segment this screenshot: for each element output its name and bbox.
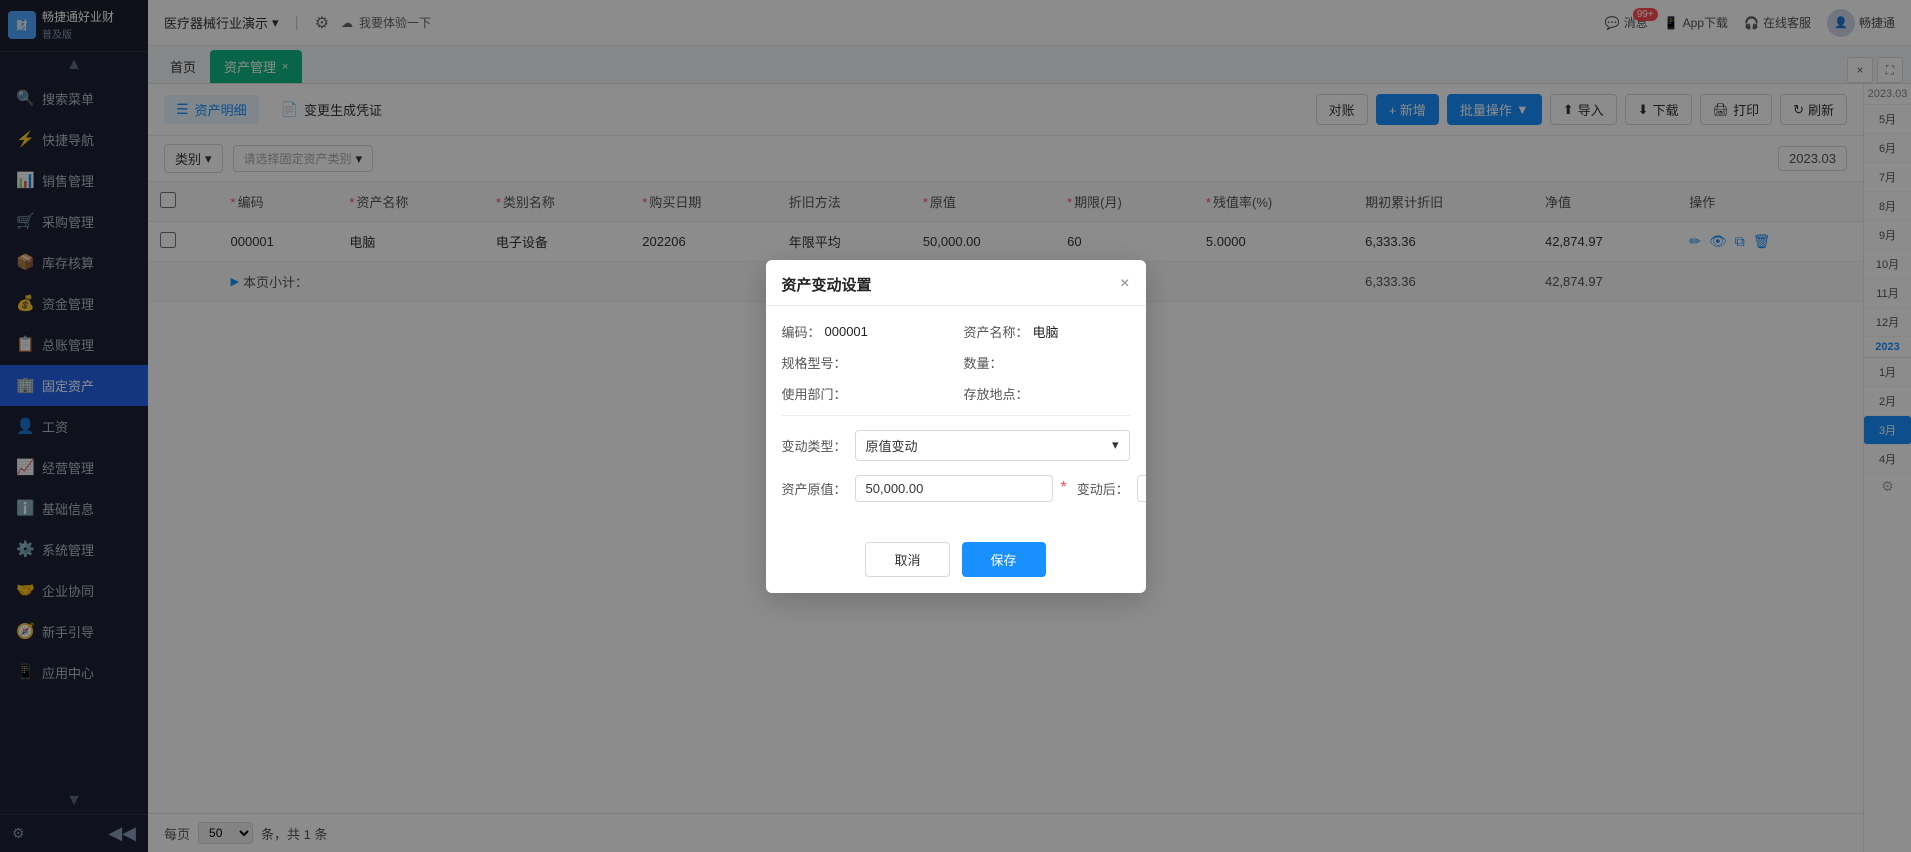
code-label: 编码： <box>782 322 821 341</box>
modal-close-btn[interactable]: × <box>1120 275 1129 293</box>
modal-row-change-type: 变动类型： 原值变动 ▾ <box>782 430 1130 461</box>
code-value: 000001 <box>825 324 868 339</box>
chevron-down-icon: ▾ <box>1112 437 1119 453</box>
after-required-star: * <box>1061 479 1067 497</box>
spec-label: 规格型号： <box>782 353 847 372</box>
after-label: 变动后： <box>1077 479 1129 498</box>
modal-field-name: 资产名称： 电脑 <box>964 322 1130 341</box>
original-value-label: 资产原值： <box>782 479 847 498</box>
modal-field-quantity: 数量： <box>964 353 1130 372</box>
modal-body: 编码： 000001 资产名称： 电脑 规格型号： 数量： <box>766 306 1146 532</box>
modal-row-original-after: 资产原值： * 变动后： <box>782 475 1130 502</box>
dept-label: 使用部门： <box>782 384 847 403</box>
after-value-input[interactable] <box>1137 475 1146 502</box>
modal-row-code-name: 编码： 000001 资产名称： 电脑 <box>782 322 1130 341</box>
modal-field-code: 编码： 000001 <box>782 322 948 341</box>
modal-title: 资产变动设置 <box>782 274 872 295</box>
modal-row-spec-qty: 规格型号： 数量： <box>782 353 1130 372</box>
quantity-label: 数量： <box>964 353 1003 372</box>
modal-field-spec: 规格型号： <box>782 353 948 372</box>
cancel-button[interactable]: 取消 <box>865 542 949 577</box>
asset-change-modal: 资产变动设置 × 编码： 000001 资产名称： 电脑 规格型号： <box>766 260 1146 593</box>
modal-field-location: 存放地点： <box>964 384 1130 403</box>
modal-overlay[interactable]: 资产变动设置 × 编码： 000001 资产名称： 电脑 规格型号： <box>0 0 1911 852</box>
name-value: 电脑 <box>1033 322 1059 341</box>
location-label: 存放地点： <box>964 384 1029 403</box>
modal-row-dept-location: 使用部门： 存放地点： <box>782 384 1130 403</box>
modal-header: 资产变动设置 × <box>766 260 1146 306</box>
original-value-input[interactable] <box>855 475 1053 502</box>
modal-divider <box>782 415 1130 416</box>
name-label: 资产名称： <box>964 322 1029 341</box>
modal-footer: 取消 保存 <box>766 532 1146 593</box>
modal-field-dept: 使用部门： <box>782 384 948 403</box>
change-type-label: 变动类型： <box>782 436 847 455</box>
change-type-value: 原值变动 <box>866 436 918 455</box>
save-button[interactable]: 保存 <box>962 542 1046 577</box>
change-type-select[interactable]: 原值变动 ▾ <box>855 430 1130 461</box>
